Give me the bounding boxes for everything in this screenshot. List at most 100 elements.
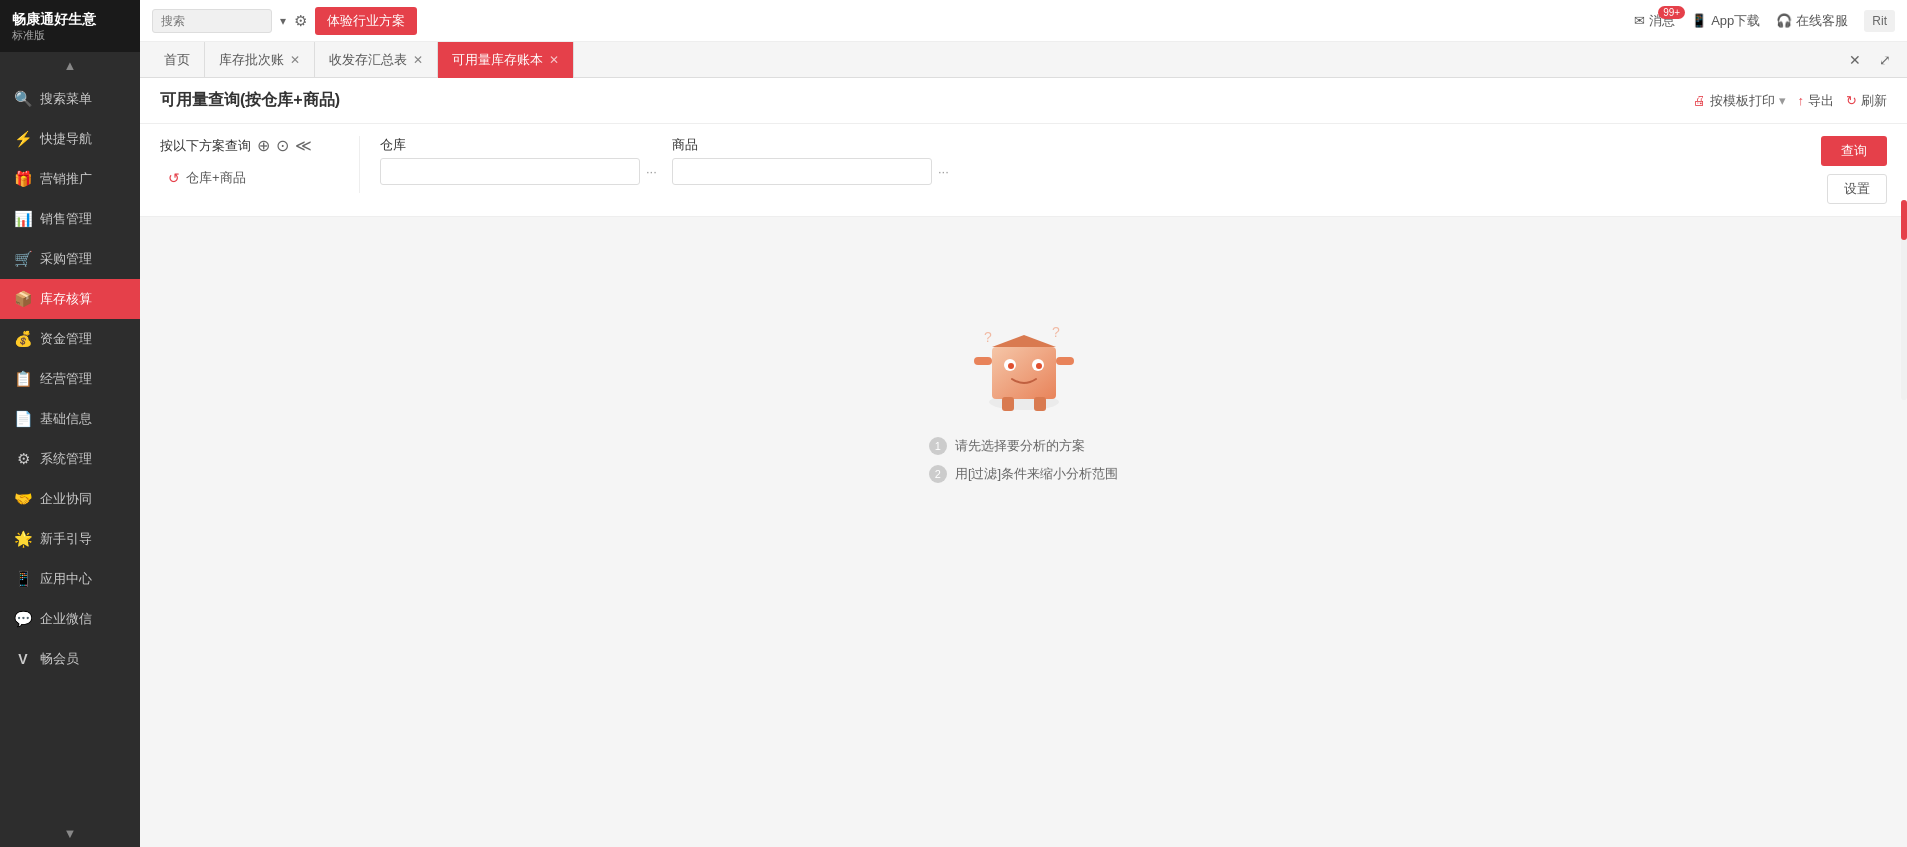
sidebar-item-purchase[interactable]: 🛒 采购管理 — [0, 239, 140, 279]
tab-summary-close[interactable]: ✕ — [413, 53, 423, 67]
collapse-scheme-icon[interactable]: ≪ — [295, 136, 312, 155]
inventory-icon: 📦 — [14, 290, 32, 308]
warehouse-label: 仓库 — [380, 136, 660, 154]
message-badge: 99+ — [1658, 6, 1685, 19]
app-download-btn[interactable]: 📱 App下载 — [1691, 12, 1760, 30]
topbar-gear-icon[interactable]: ⚙ — [294, 12, 307, 30]
page-content: 可用量查询(按仓库+商品) 🖨 按模板打印 ▾ ↑ 导出 ↻ 刷新 — [140, 78, 1907, 847]
svg-rect-10 — [1034, 397, 1046, 411]
empty-tip-1: 1 请先选择要分析的方案 — [929, 437, 1118, 455]
sidebar-item-label: 资金管理 — [40, 330, 92, 348]
tab-batch[interactable]: 库存批次账 ✕ — [205, 42, 315, 78]
sidebar-item-wechat[interactable]: 💬 企业微信 — [0, 599, 140, 639]
tab-expand-btn[interactable]: ⤢ — [1873, 48, 1897, 72]
filter-panel: 仓库 ··· 商品 ··· — [360, 136, 1811, 185]
app-label: App下载 — [1711, 12, 1760, 30]
refresh-btn[interactable]: ↻ 刷新 — [1846, 92, 1887, 110]
tab-summary-label: 收发存汇总表 — [329, 51, 407, 69]
sidebar-item-vip[interactable]: V 畅会员 — [0, 639, 140, 679]
sidebar-item-sales[interactable]: 📊 销售管理 — [0, 199, 140, 239]
sidebar-item-enterprise[interactable]: 🤝 企业协同 — [0, 479, 140, 519]
tab-available[interactable]: 可用量库存账本 ✕ — [438, 42, 574, 78]
topbar-dropdown-btn[interactable]: ▾ — [280, 14, 286, 28]
sidebar-item-system[interactable]: ⚙ 系统管理 — [0, 439, 140, 479]
sidebar-item-inventory[interactable]: 📦 库存核算 — [0, 279, 140, 319]
service-label: 在线客服 — [1796, 12, 1848, 30]
edition-label: 标准版 — [12, 28, 128, 42]
message-icon: ✉ — [1634, 13, 1645, 28]
sidebar-item-search[interactable]: 🔍 搜索菜单 — [0, 79, 140, 119]
brand-name: 畅康通好生意 — [12, 10, 128, 28]
user-info[interactable]: Rit — [1864, 10, 1895, 32]
sidebar-item-appcenter[interactable]: 📱 应用中心 — [0, 559, 140, 599]
tip-num-2: 2 — [929, 465, 947, 483]
product-input-row: ··· — [672, 158, 952, 185]
appcenter-icon: 📱 — [14, 570, 32, 588]
app-icon: 📱 — [1691, 13, 1707, 28]
sidebar-item-label: 畅会员 — [40, 650, 79, 668]
tab-home-label: 首页 — [164, 51, 190, 69]
scheme-header: 按以下方案查询 ⊕ ⊙ ≪ — [160, 136, 347, 155]
svg-point-6 — [1036, 363, 1042, 369]
scheme-item-icon: ↺ — [168, 170, 180, 186]
tab-available-label: 可用量库存账本 — [452, 51, 543, 69]
scroll-down-btn[interactable]: ▼ — [0, 820, 140, 847]
warehouse-more-btn[interactable]: ··· — [646, 164, 657, 179]
right-scrollbar[interactable] — [1901, 200, 1907, 400]
export-btn[interactable]: ↑ 导出 — [1798, 92, 1835, 110]
message-btn[interactable]: ✉ 消息 99+ — [1634, 12, 1675, 30]
sidebar-item-marketing[interactable]: 🎁 营销推广 — [0, 159, 140, 199]
industry-btn[interactable]: 体验行业方案 — [315, 7, 417, 35]
svg-text:?: ? — [1052, 324, 1060, 340]
product-field: 商品 ··· — [672, 136, 952, 185]
sidebar-item-label: 系统管理 — [40, 450, 92, 468]
finance-icon: 💰 — [14, 330, 32, 348]
scheme-panel: 按以下方案查询 ⊕ ⊙ ≪ ↺ 仓库+商品 — [160, 136, 360, 193]
warehouse-input[interactable] — [380, 158, 640, 185]
tabs-controls: ✕ ⤢ — [1843, 48, 1897, 72]
print-icon: 🖨 — [1693, 93, 1706, 108]
tab-close-all-btn[interactable]: ✕ — [1843, 48, 1867, 72]
topbar-search-input[interactable] — [152, 9, 272, 33]
settings-btn[interactable]: 设置 — [1827, 174, 1887, 204]
sidebar-header: 畅康通好生意 标准版 — [0, 0, 140, 52]
shortcut-icon: ⚡ — [14, 130, 32, 148]
page-header: 可用量查询(按仓库+商品) 🖨 按模板打印 ▾ ↑ 导出 ↻ 刷新 — [140, 78, 1907, 124]
page-title: 可用量查询(按仓库+商品) — [160, 90, 340, 111]
sidebar-item-finance[interactable]: 💰 资金管理 — [0, 319, 140, 359]
topbar-right: ✉ 消息 99+ 📱 App下载 🎧 在线客服 Rit — [1634, 10, 1895, 32]
sidebar-item-shortcut[interactable]: ⚡ 快捷导航 — [0, 119, 140, 159]
query-btn[interactable]: 查询 — [1821, 136, 1887, 166]
sidebar-item-basic[interactable]: 📄 基础信息 — [0, 399, 140, 439]
product-more-btn[interactable]: ··· — [938, 164, 949, 179]
tip-text-2: 用[过滤]条件来缩小分析范围 — [955, 465, 1118, 483]
sidebar-item-label: 快捷导航 — [40, 130, 92, 148]
sidebar-item-newbie[interactable]: 🌟 新手引导 — [0, 519, 140, 559]
add-scheme-icon[interactable]: ⊕ — [257, 136, 270, 155]
service-btn[interactable]: 🎧 在线客服 — [1776, 12, 1848, 30]
topbar: ▾ ⚙ 体验行业方案 ✉ 消息 99+ 📱 App下载 🎧 在线客服 Rit — [140, 0, 1907, 42]
sidebar-item-operations[interactable]: 📋 经营管理 — [0, 359, 140, 399]
newbie-icon: 🌟 — [14, 530, 32, 548]
export-label: 导出 — [1808, 92, 1834, 110]
tab-home[interactable]: 首页 — [150, 42, 205, 78]
svg-marker-2 — [992, 335, 1056, 347]
query-actions: 查询 设置 — [1811, 136, 1887, 204]
empty-state: ? ? 1 请先选择要分析的方案 2 用[过滤]条件来缩小分析范围 — [140, 217, 1907, 563]
tab-summary[interactable]: 收发存汇总表 ✕ — [315, 42, 438, 78]
print-btn[interactable]: 🖨 按模板打印 ▾ — [1693, 92, 1786, 110]
product-input[interactable] — [672, 158, 932, 185]
export-icon: ↑ — [1798, 93, 1805, 108]
scheme-item-warehouse-product[interactable]: ↺ 仓库+商品 — [160, 163, 347, 193]
print-dropdown-icon[interactable]: ▾ — [1779, 93, 1786, 108]
empty-illustration: ? ? — [964, 297, 1084, 417]
sidebar-item-label: 销售管理 — [40, 210, 92, 228]
settings-scheme-icon[interactable]: ⊙ — [276, 136, 289, 155]
empty-tips: 1 请先选择要分析的方案 2 用[过滤]条件来缩小分析范围 — [929, 437, 1118, 483]
service-icon: 🎧 — [1776, 13, 1792, 28]
scroll-up-btn[interactable]: ▲ — [0, 52, 140, 79]
tab-available-close[interactable]: ✕ — [549, 53, 559, 67]
tab-batch-close[interactable]: ✕ — [290, 53, 300, 67]
empty-tip-2: 2 用[过滤]条件来缩小分析范围 — [929, 465, 1118, 483]
operations-icon: 📋 — [14, 370, 32, 388]
